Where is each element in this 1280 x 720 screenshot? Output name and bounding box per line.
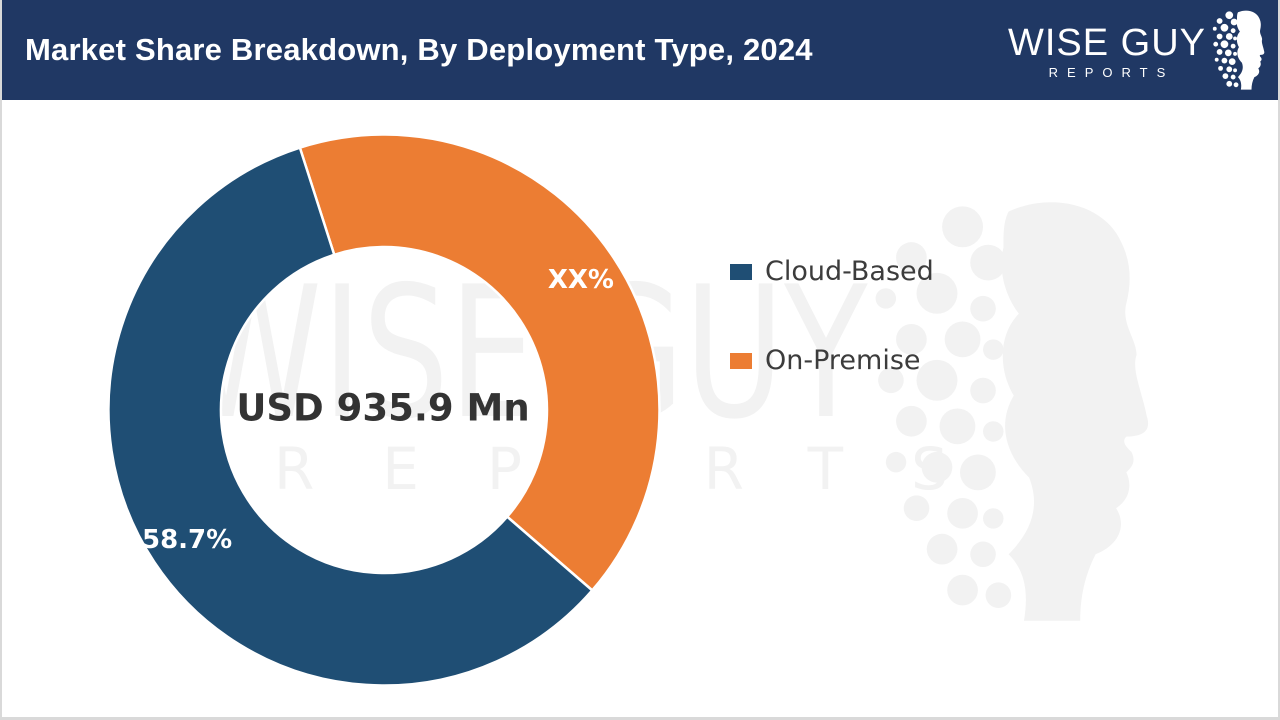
header-bar: Market Share Breakdown, By Deployment Ty… (2, 0, 1278, 100)
segment-label-cloud-based: 58.7% (142, 525, 232, 555)
brand-logo: WISE GUY REPORTS (1008, 0, 1266, 100)
brand-face-icon (1208, 9, 1266, 91)
infographic-page: Market Share Breakdown, By Deployment Ty… (0, 0, 1280, 720)
legend-item-cloud-based: Cloud-Based (730, 257, 934, 287)
donut-segment-on-premise (298, 133, 661, 592)
legend-label-on-premise: On-Premise (765, 344, 921, 376)
chart-legend: Cloud-Based On-Premise (730, 257, 934, 375)
segment-label-on-premise: XX% (548, 265, 614, 295)
legend-swatch-cloud-based (730, 263, 752, 280)
legend-item-on-premise: On-Premise (730, 344, 934, 376)
page-title: Market Share Breakdown, By Deployment Ty… (25, 32, 813, 67)
legend-label-cloud-based: Cloud-Based (765, 256, 934, 287)
chart-center-value: USD 935.9 Mn (236, 386, 530, 430)
brand-name: WISE GUY (1007, 22, 1206, 64)
legend-swatch-on-premise (730, 352, 752, 369)
brand-subtitle: REPORTS (1048, 65, 1175, 80)
brand-text: WISE GUY REPORTS (1008, 24, 1206, 80)
